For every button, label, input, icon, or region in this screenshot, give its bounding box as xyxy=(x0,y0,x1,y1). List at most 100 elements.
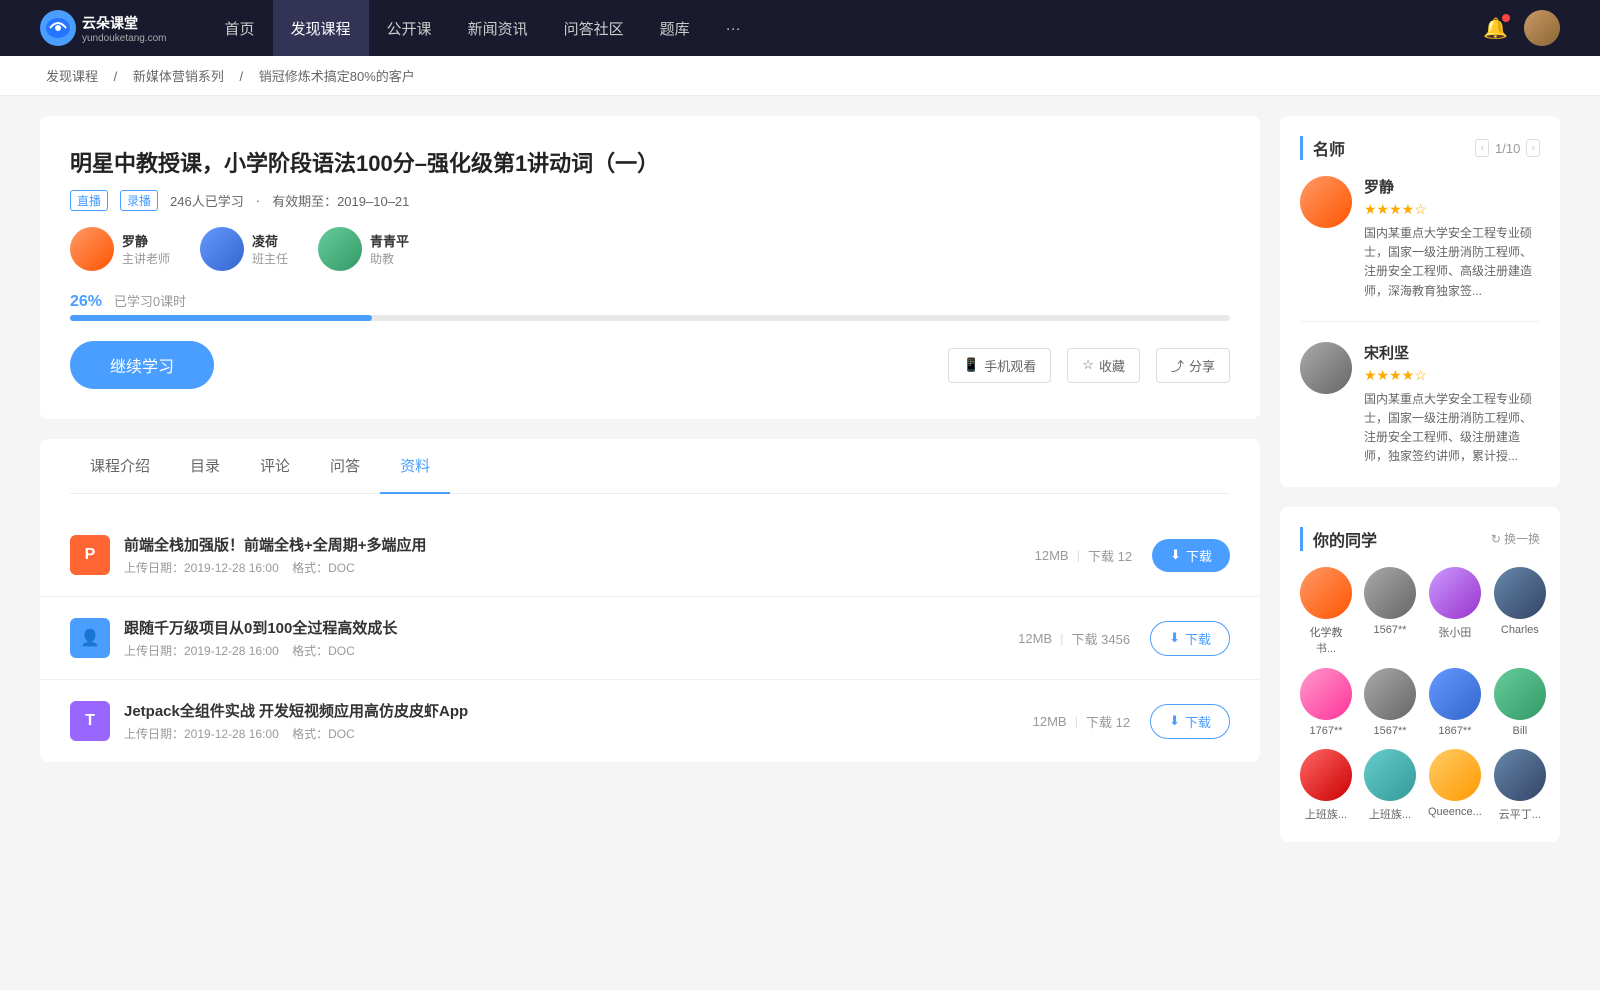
nav-discover[interactable]: 发现课程 xyxy=(273,0,369,56)
resource-stats-1: 12MB | 下载 12 xyxy=(1035,546,1132,565)
progress-bar-fill xyxy=(70,315,372,321)
classmate-8[interactable]: Bill xyxy=(1494,668,1546,737)
progress-bar-background xyxy=(70,315,1230,321)
famous-teacher-1: 罗静 ★★★★☆ 国内某重点大学安全工程专业硕士，国家一级注册消防工程师、注册安… xyxy=(1300,176,1540,322)
nav-right: 🔔 xyxy=(1483,10,1560,46)
resource-item-1: P 前端全栈加强版！前端全栈+全周期+多端应用 上传日期：2019-12-28 … xyxy=(40,514,1260,597)
resource-meta-2: 上传日期：2019-12-28 16:00 格式：DOC xyxy=(124,642,1018,659)
download-button-3[interactable]: ⬇ 下载 xyxy=(1150,704,1230,739)
favorite-button[interactable]: ☆ 收藏 xyxy=(1067,348,1140,383)
course-meta: 直播 录播 246人已学习 · 有效期至：2019–10–21 xyxy=(70,190,1230,211)
refresh-classmates-button[interactable]: ↻ 换一换 xyxy=(1491,530,1540,547)
classmate-11-avatar xyxy=(1429,749,1481,801)
refresh-label: 换一换 xyxy=(1504,530,1540,547)
mobile-view-button[interactable]: 📱 手机观看 xyxy=(948,348,1051,383)
nav-news[interactable]: 新闻资讯 xyxy=(450,0,546,56)
bell-icon[interactable]: 🔔 xyxy=(1483,16,1508,41)
teacher-3-avatar xyxy=(318,227,362,271)
resource-format-2: 格式：DOC xyxy=(292,644,355,658)
breadcrumb-item-1[interactable]: 发现课程 xyxy=(46,69,98,84)
teachers-next-button[interactable]: › xyxy=(1526,139,1540,157)
tab-comments[interactable]: 评论 xyxy=(240,439,310,494)
resource-icon-2: 👤 xyxy=(70,618,110,658)
classmate-6[interactable]: 1567** xyxy=(1364,668,1416,737)
resource-info-1: 前端全栈加强版！前端全栈+全周期+多端应用 上传日期：2019-12-28 16… xyxy=(124,534,1035,576)
logo[interactable]: 云朵课堂 yundouketang.com xyxy=(40,10,167,46)
classmate-2-name: 1567** xyxy=(1373,624,1406,636)
teacher-2-name: 凌荷 xyxy=(252,231,288,250)
classmate-10-avatar xyxy=(1364,749,1416,801)
nav-home[interactable]: 首页 xyxy=(207,0,273,56)
left-column: 明星中教授课，小学阶段语法100分–强化级第1讲动词（一） 直播 录播 246人… xyxy=(40,116,1260,862)
famous-teacher-1-info: 罗静 ★★★★☆ 国内某重点大学安全工程专业硕士，国家一级注册消防工程师、注册安… xyxy=(1364,176,1540,301)
share-label: 分享 xyxy=(1189,356,1215,375)
tab-intro[interactable]: 课程介绍 xyxy=(70,439,170,494)
teachers-prev-button[interactable]: ‹ xyxy=(1475,139,1489,157)
nav-open-course[interactable]: 公开课 xyxy=(369,0,450,56)
download-icon-1: ⬇ xyxy=(1170,547,1181,563)
classmate-9[interactable]: 上班族... xyxy=(1300,749,1352,822)
download-label-2: 下载 xyxy=(1185,629,1211,648)
resource-icon-3: T xyxy=(70,701,110,741)
resource-icon-1: P xyxy=(70,535,110,575)
download-button-1[interactable]: ⬇ 下载 xyxy=(1152,539,1230,572)
classmate-3[interactable]: 张小田 xyxy=(1428,567,1482,656)
star-icon: ☆ xyxy=(1082,357,1094,373)
resource-stats-3: 12MB | 下载 12 xyxy=(1033,712,1130,731)
nav-more[interactable]: ··· xyxy=(708,0,759,56)
teachers-panel-header: 名师 ‹ 1/10 › xyxy=(1300,136,1540,160)
classmate-5[interactable]: 1767** xyxy=(1300,668,1352,737)
classmate-4-name: Charles xyxy=(1501,624,1539,636)
tab-catalog[interactable]: 目录 xyxy=(170,439,240,494)
resource-section: 课程介绍 目录 评论 问答 资料 P 前端全栈加强版！前端全栈+全周期+多端应用… xyxy=(40,439,1260,762)
famous-teachers-panel: 名师 ‹ 1/10 › 罗静 ★★★★☆ 国内某重点大学安全工程专业硕士，国家一… xyxy=(1280,116,1560,487)
download-button-2[interactable]: ⬇ 下载 xyxy=(1150,621,1230,656)
resource-meta-3: 上传日期：2019-12-28 16:00 格式：DOC xyxy=(124,725,1033,742)
resource-size-2: 12MB xyxy=(1018,631,1052,646)
mobile-icon: 📱 xyxy=(963,357,979,373)
stats-divider-1: | xyxy=(1077,548,1080,563)
classmate-6-name: 1567** xyxy=(1373,725,1406,737)
continue-learning-button[interactable]: 继续学习 xyxy=(70,341,214,389)
progress-studied: 已学习0课时 xyxy=(114,294,186,309)
user-avatar[interactable] xyxy=(1524,10,1560,46)
classmates-panel: 你的同学 ↻ 换一换 化学教书... 1567** 张小田 xyxy=(1280,507,1560,842)
famous-teacher-2-desc: 国内某重点大学安全工程专业硕士，国家一级注册消防工程师、注册安全工程师、级注册建… xyxy=(1364,390,1540,467)
breadcrumb-item-2[interactable]: 新媒体营销系列 xyxy=(133,69,224,84)
classmate-2[interactable]: 1567** xyxy=(1364,567,1416,656)
classmate-5-avatar xyxy=(1300,668,1352,720)
classmate-4[interactable]: Charles xyxy=(1494,567,1546,656)
teacher-3-info: 青青平 助教 xyxy=(370,231,409,267)
teacher-2-avatar xyxy=(200,227,244,271)
teacher-1-name: 罗静 xyxy=(122,231,170,250)
course-header-card: 明星中教授课，小学阶段语法100分–强化级第1讲动词（一） 直播 录播 246人… xyxy=(40,116,1260,419)
resource-title-3: Jetpack全组件实战 开发短视频应用高仿皮皮虾App xyxy=(124,700,1033,721)
nav-quiz[interactable]: 题库 xyxy=(642,0,708,56)
classmate-1[interactable]: 化学教书... xyxy=(1300,567,1352,656)
classmate-12[interactable]: 云平丁... xyxy=(1494,749,1546,822)
tab-qa[interactable]: 问答 xyxy=(310,439,380,494)
classmate-11[interactable]: Queence... xyxy=(1428,749,1482,822)
share-button[interactable]: ⤴ 分享 xyxy=(1156,348,1230,383)
classmate-7[interactable]: 1867** xyxy=(1428,668,1482,737)
breadcrumb-sep-1: / xyxy=(114,69,121,84)
notification-dot xyxy=(1502,14,1510,22)
classmate-1-avatar xyxy=(1300,567,1352,619)
badge-record: 录播 xyxy=(120,190,158,211)
tabs-row: 课程介绍 目录 评论 问答 资料 xyxy=(70,439,1230,494)
logo-name: 云朵课堂 xyxy=(82,13,167,33)
classmate-5-name: 1767** xyxy=(1309,725,1342,737)
teacher-3-name: 青青平 xyxy=(370,231,409,250)
main-content: 明星中教授课，小学阶段语法100分–强化级第1讲动词（一） 直播 录播 246人… xyxy=(0,96,1600,882)
nav-items: 首页 发现课程 公开课 新闻资讯 问答社区 题库 ··· xyxy=(207,0,1484,56)
teachers-panel-title: 名师 xyxy=(1300,136,1345,160)
nav-qa[interactable]: 问答社区 xyxy=(546,0,642,56)
classmate-10[interactable]: 上班族... xyxy=(1364,749,1416,822)
tabs-container: 课程介绍 目录 评论 问答 资料 xyxy=(40,439,1260,494)
valid-date: 有效期至：2019–10–21 xyxy=(272,191,409,210)
course-title: 明星中教授课，小学阶段语法100分–强化级第1讲动词（一） xyxy=(70,146,1230,178)
download-label-1: 下载 xyxy=(1186,546,1212,565)
refresh-icon: ↻ xyxy=(1491,532,1501,546)
tab-resources[interactable]: 资料 xyxy=(380,439,450,494)
classmate-8-name: Bill xyxy=(1512,725,1527,737)
